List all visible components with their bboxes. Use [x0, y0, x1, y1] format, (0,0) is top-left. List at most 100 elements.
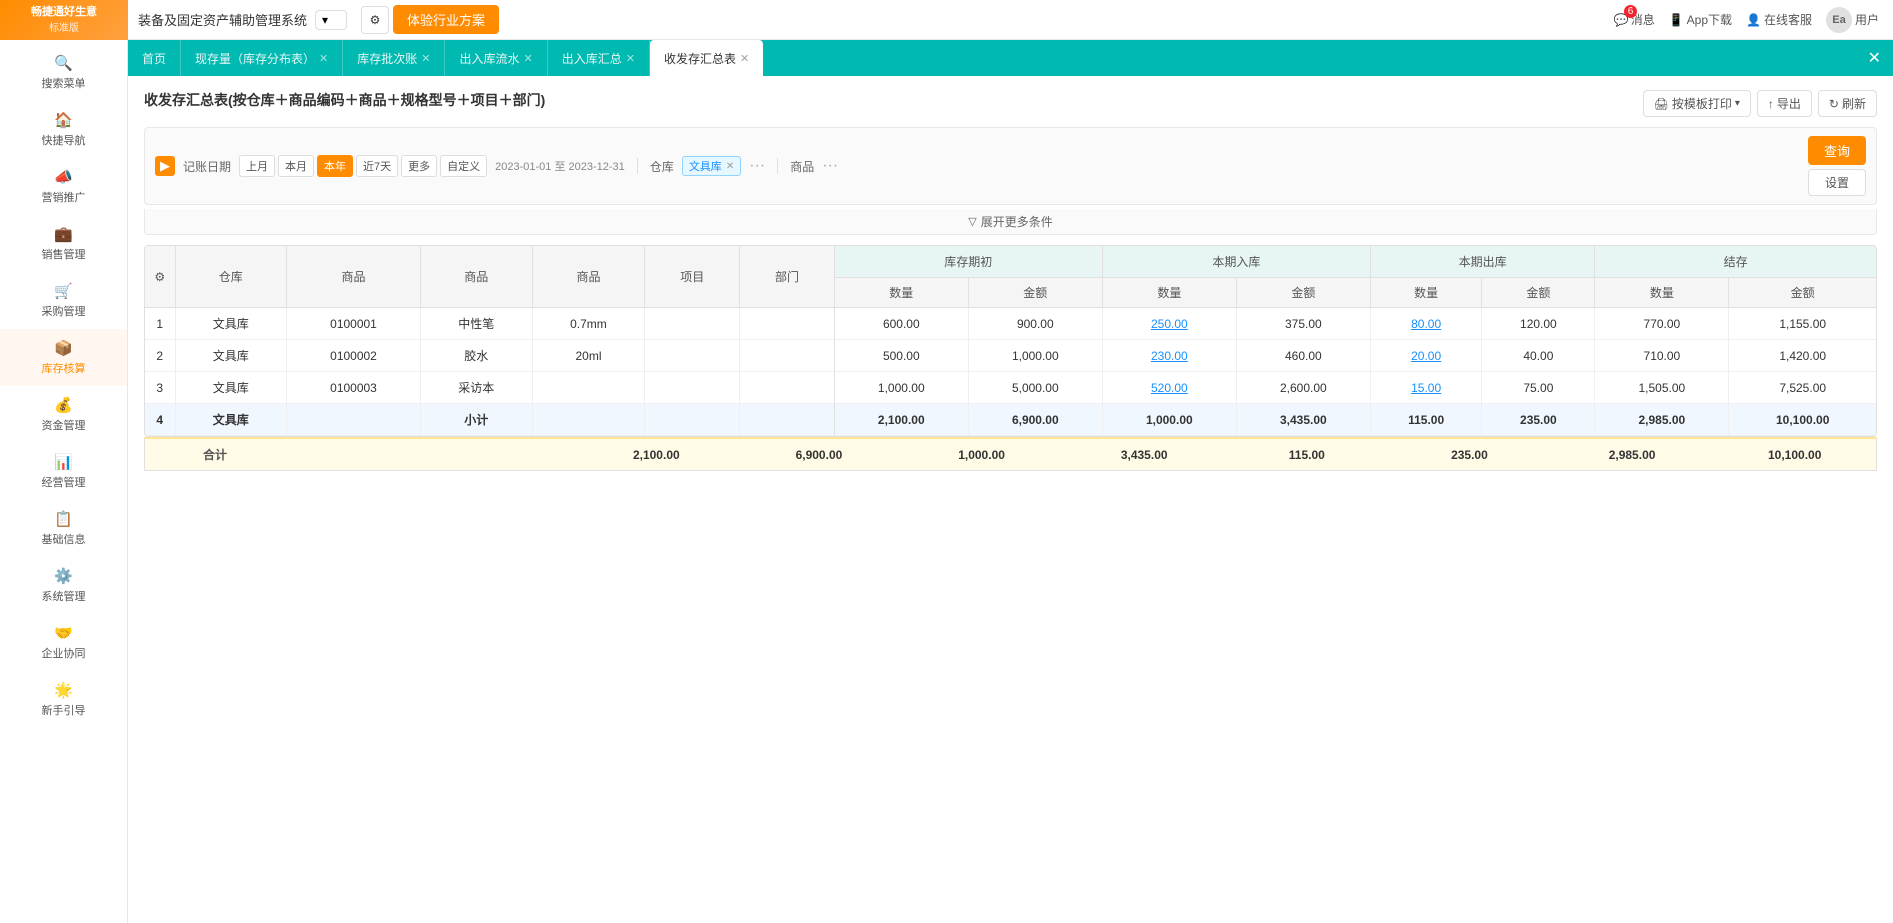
warehouse-tag-close[interactable]: ✕	[726, 161, 734, 172]
filter-row: ▶ 记账日期 上月 本月 本年 近7天 更多 自定义 2023-01-01 至 …	[144, 127, 1877, 205]
cell-in-qty[interactable]: 230.00	[1102, 340, 1236, 372]
date-btn-custom[interactable]: 自定义	[440, 155, 487, 177]
column-settings-icon[interactable]: ⚙	[154, 270, 165, 284]
cell-index: 2	[145, 340, 175, 372]
export-btn[interactable]: ↑ 导出	[1757, 90, 1812, 117]
sidebar-item-purchase[interactable]: 🛒 采购管理	[0, 272, 127, 329]
th-warehouse: 仓库	[175, 246, 287, 308]
tab-in-out-flow[interactable]: 出入库流水 ✕	[445, 40, 547, 76]
footer-out-qty: 115.00	[1226, 448, 1389, 462]
cell-in-amt: 460.00	[1236, 340, 1370, 372]
sidebar-label-guide: 新手引导	[42, 702, 86, 718]
header-right: 💬 6 消息 📱 App下载 👤 在线客服 Ea 用户	[1614, 7, 1879, 33]
cell-dept	[740, 404, 835, 436]
date-btn-group: 上月 本月 本年 近7天 更多 自定义	[239, 155, 487, 177]
warehouse-tag[interactable]: 文具库 ✕	[682, 156, 741, 176]
filter-dots-1[interactable]: ···	[749, 157, 765, 175]
sidebar-item-sales[interactable]: 💼 销售管理	[0, 215, 127, 272]
cell-warehouse: 文具库	[175, 404, 287, 436]
sidebar-item-quick-nav[interactable]: 🏠 快捷导航	[0, 101, 127, 158]
expand-icon: ▽	[968, 215, 976, 228]
messages-item[interactable]: 💬 6 消息	[1614, 11, 1655, 28]
tab-batch-ledger[interactable]: 库存批次账 ✕	[343, 40, 445, 76]
service-icon: 👤	[1746, 13, 1761, 27]
refresh-icon: ↻	[1829, 97, 1839, 111]
app-download-item[interactable]: 📱 App下载	[1669, 11, 1732, 28]
sidebar-label-system: 系统管理	[42, 588, 86, 604]
tab-close-batch-ledger[interactable]: ✕	[421, 52, 430, 65]
sidebar-item-operations[interactable]: 📊 经营管理	[0, 443, 127, 500]
marketing-icon: 📣	[54, 168, 73, 186]
cell-warehouse: 文具库	[175, 308, 287, 340]
cell-in-qty[interactable]: 250.00	[1102, 308, 1236, 340]
sidebar-item-inventory[interactable]: 📦 库存核算	[0, 329, 127, 386]
tab-bar-close-btn[interactable]: ✕	[1856, 48, 1893, 68]
settings-btn[interactable]: 设置	[1808, 169, 1866, 196]
print-btn[interactable]: 🖨 按模板打印 ▾	[1643, 90, 1751, 117]
cell-in-amt: 375.00	[1236, 308, 1370, 340]
cell-goods-spec: 20ml	[532, 340, 645, 372]
cell-project	[645, 372, 740, 404]
tab-home[interactable]: 首页	[128, 40, 181, 76]
filter-dots-2[interactable]: ···	[822, 157, 1796, 175]
date-btn-7days[interactable]: 近7天	[356, 155, 398, 177]
cell-dept	[740, 372, 835, 404]
th-closing-amt: 金额	[1729, 278, 1876, 308]
system-select-btn[interactable]: ▾	[315, 10, 347, 30]
date-btn-more[interactable]: 更多	[401, 155, 437, 177]
cell-out-qty[interactable]: 20.00	[1370, 340, 1482, 372]
cell-in-qty[interactable]: 520.00	[1102, 372, 1236, 404]
th-settings[interactable]: ⚙	[145, 246, 175, 308]
date-btn-this-month[interactable]: 本月	[278, 155, 314, 177]
refresh-btn[interactable]: ↻ 刷新	[1818, 90, 1877, 117]
footer-closing-amt: 10,100.00	[1713, 448, 1876, 462]
sidebar-item-search[interactable]: 🔍 搜索菜单	[0, 44, 127, 101]
cell-warehouse: 文具库	[175, 340, 287, 372]
app-download-label: App下载	[1687, 11, 1732, 28]
cell-out-qty[interactable]: 115.00	[1370, 404, 1482, 436]
tab-close-inventory-dist[interactable]: ✕	[319, 52, 328, 65]
user-item[interactable]: Ea 用户	[1826, 7, 1879, 33]
tab-inventory-dist[interactable]: 现存量（库存分布表） ✕	[181, 40, 343, 76]
online-service-item[interactable]: 👤 在线客服	[1746, 11, 1812, 28]
system-name-text: 装备及固定资产辅助管理系统	[138, 10, 307, 29]
th-goods-spec: 商品	[532, 246, 645, 308]
th-out-amt: 金额	[1482, 278, 1595, 308]
query-btn[interactable]: 查询	[1808, 136, 1866, 165]
sidebar-item-finance[interactable]: 💰 资金管理	[0, 386, 127, 443]
tab-close-in-out-flow[interactable]: ✕	[524, 52, 533, 65]
cell-out-qty[interactable]: 80.00	[1370, 308, 1482, 340]
expand-more-btn[interactable]: ▽ 展开更多条件	[968, 213, 1052, 230]
th-goods-name: 商品	[421, 246, 533, 308]
th-project: 项目	[645, 246, 740, 308]
user-label: 用户	[1855, 11, 1879, 28]
tab-recv-send-summary[interactable]: 收发存汇总表 ✕	[650, 40, 763, 76]
cell-index: 3	[145, 372, 175, 404]
sidebar: 🔍 搜索菜单 🏠 快捷导航 📣 营销推广 💼 销售管理 🛒 采购管理 📦 库存核…	[0, 40, 128, 923]
gear-button[interactable]: ⚙	[361, 6, 389, 34]
tab-close-in-out-summary[interactable]: ✕	[626, 52, 635, 65]
cell-project	[645, 340, 740, 372]
page-area: 收发存汇总表(按仓库＋商品编码＋商品＋规格型号＋项目＋部门) 🖨 按模板打印 ▾…	[128, 76, 1893, 923]
tab-close-recv-send-summary[interactable]: ✕	[740, 52, 749, 65]
date-range-text: 2023-01-01 至 2023-12-31	[495, 158, 625, 174]
filter-toggle-btn[interactable]: ▶	[155, 156, 175, 176]
sidebar-item-guide[interactable]: 🌟 新手引导	[0, 671, 127, 728]
cell-in-qty[interactable]: 1,000.00	[1102, 404, 1236, 436]
date-btn-this-year[interactable]: 本年	[317, 155, 353, 177]
cell-out-qty[interactable]: 15.00	[1370, 372, 1482, 404]
cell-out-amt: 235.00	[1482, 404, 1595, 436]
sidebar-item-system[interactable]: ⚙️ 系统管理	[0, 557, 127, 614]
cell-closing-amt: 7,525.00	[1729, 372, 1876, 404]
cell-dept	[740, 340, 835, 372]
sidebar-item-enterprise[interactable]: 🤝 企业协同	[0, 614, 127, 671]
tab-in-out-summary[interactable]: 出入库汇总 ✕	[548, 40, 650, 76]
date-btn-last-month[interactable]: 上月	[239, 155, 275, 177]
cell-closing-qty: 710.00	[1595, 340, 1729, 372]
cell-opening-qty: 2,100.00	[834, 404, 968, 436]
sidebar-item-marketing[interactable]: 📣 营销推广	[0, 158, 127, 215]
cell-goods-spec: 0.7mm	[532, 308, 645, 340]
trial-button[interactable]: 体验行业方案	[393, 5, 499, 34]
sidebar-item-basic-info[interactable]: 📋 基础信息	[0, 500, 127, 557]
cell-closing-amt: 1,155.00	[1729, 308, 1876, 340]
